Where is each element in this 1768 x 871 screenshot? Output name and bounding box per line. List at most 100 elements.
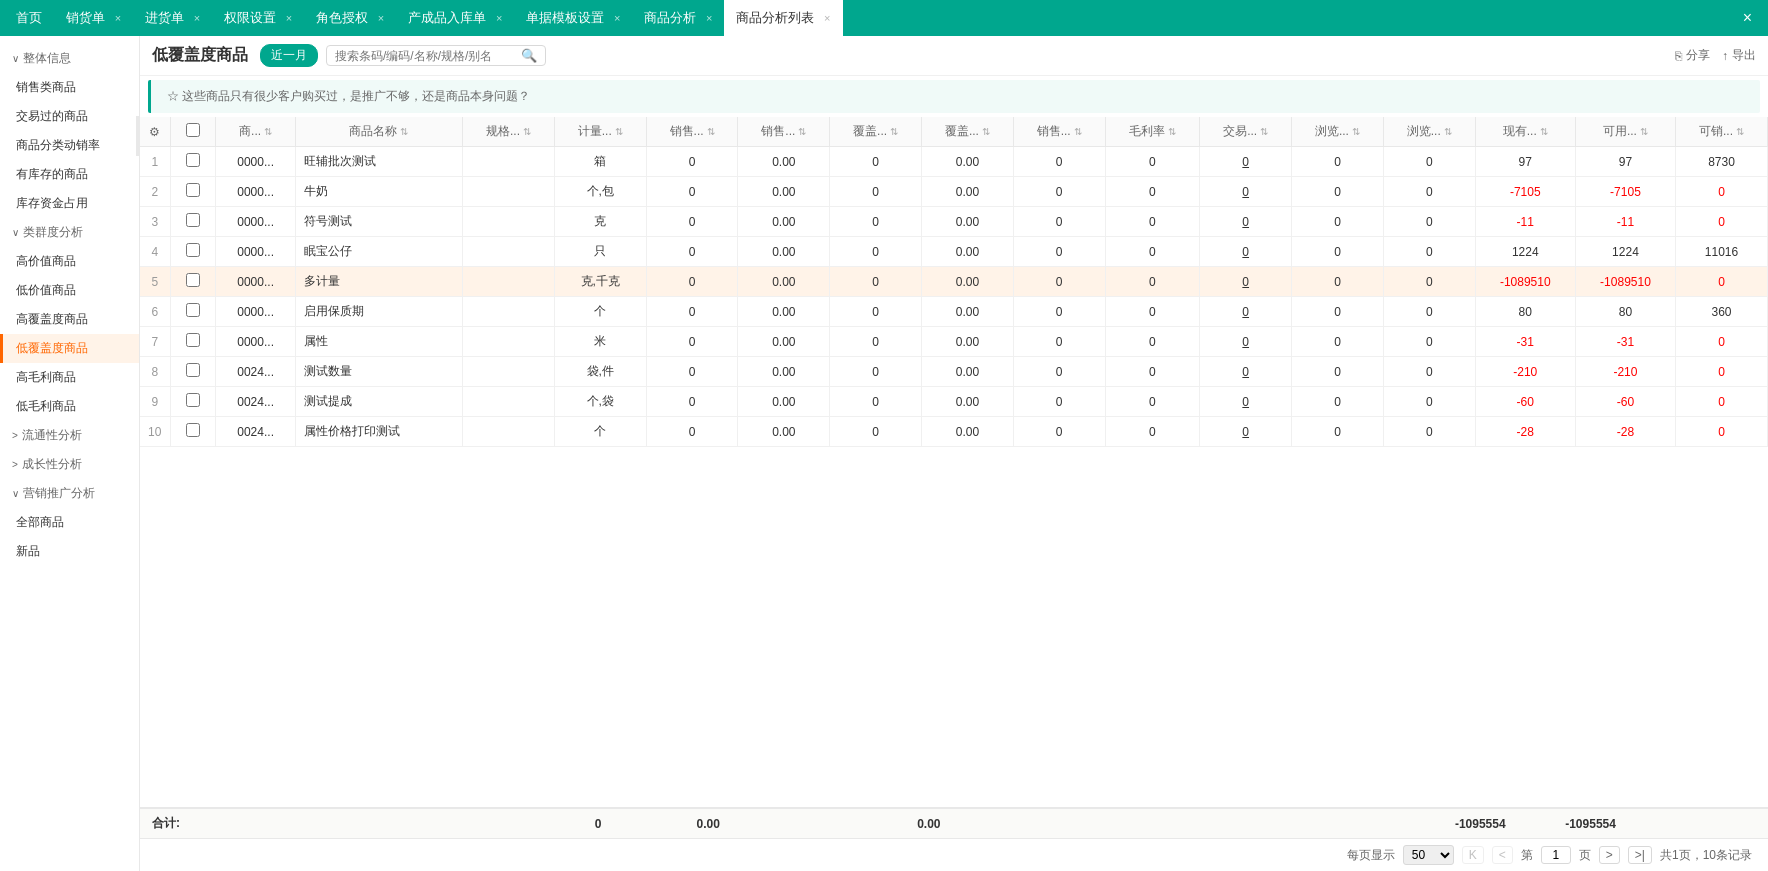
nav-tab-finished-goods[interactable]: 产成品入库单 ×	[396, 0, 514, 36]
gross-rate-column-header[interactable]: 毛利率⇅	[1105, 117, 1200, 147]
sidebar-item-all-products[interactable]: 全部商品	[0, 508, 139, 537]
sidebar-item-low-value[interactable]: 低价值商品	[0, 276, 139, 305]
row-num: 10	[140, 417, 170, 447]
sidebar-item-low-margin[interactable]: 低毛利商品	[0, 392, 139, 421]
nav-tab-product-analysis-list[interactable]: 商品分析列表 ×	[724, 0, 842, 36]
sales-days-column-header[interactable]: 销售...⇅	[1013, 117, 1105, 147]
row-checkbox[interactable]	[170, 357, 216, 387]
row-checkbox[interactable]	[170, 147, 216, 177]
row-name[interactable]: 测试数量	[295, 357, 462, 387]
row-trade[interactable]: 0	[1200, 417, 1292, 447]
row-trade[interactable]: 0	[1200, 237, 1292, 267]
first-page-button[interactable]: K	[1462, 846, 1484, 864]
next-page-button[interactable]: >	[1599, 846, 1620, 864]
row-name[interactable]: 测试提成	[295, 387, 462, 417]
close-purchase-tab-icon[interactable]: ×	[194, 12, 200, 24]
row-name[interactable]: 符号测试	[295, 207, 462, 237]
sidebar-item-high-value[interactable]: 高价值商品	[0, 247, 139, 276]
row-checkbox[interactable]	[170, 207, 216, 237]
row-checkbox[interactable]	[170, 297, 216, 327]
row-coverage2: 0.00	[922, 267, 1014, 297]
row-name[interactable]: 启用保质期	[295, 297, 462, 327]
sidebar-item-high-coverage[interactable]: 高覆盖度商品	[0, 305, 139, 334]
saleable-column-header[interactable]: 可销...⇅	[1676, 117, 1768, 147]
row-trade[interactable]: 0	[1200, 297, 1292, 327]
close-product-analysis-list-tab-icon[interactable]: ×	[824, 12, 830, 24]
per-page-select[interactable]: 50 100 200	[1403, 845, 1454, 865]
coverage1-column-header[interactable]: 覆盖...⇅	[830, 117, 922, 147]
row-trade[interactable]: 0	[1200, 207, 1292, 237]
row-sales-count: 0	[646, 177, 738, 207]
nav-tab-purchase[interactable]: 进货单 ×	[133, 0, 212, 36]
current-stock-column-header[interactable]: 现有...⇅	[1475, 117, 1575, 147]
sidebar-section-overall[interactable]: ∨ 整体信息	[0, 44, 139, 73]
nav-tab-product-analysis[interactable]: 商品分析 ×	[632, 0, 724, 36]
spec-column-header[interactable]: 规格...⇅	[463, 117, 555, 147]
name-column-header[interactable]: 商品名称⇅	[295, 117, 462, 147]
row-name[interactable]: 旺辅批次测试	[295, 147, 462, 177]
export-button[interactable]: ↑ 导出	[1722, 47, 1756, 64]
row-sales-amount: 0.00	[738, 147, 830, 177]
row-trade[interactable]: 0	[1200, 327, 1292, 357]
browse2-column-header[interactable]: 浏览...⇅	[1383, 117, 1475, 147]
nav-tab-home[interactable]: 首页	[4, 0, 54, 36]
row-checkbox[interactable]	[170, 327, 216, 357]
close-all-tabs-button[interactable]: ×	[1731, 0, 1764, 36]
sidebar-section-marketing[interactable]: ∨ 营销推广分析	[0, 479, 139, 508]
close-template-settings-tab-icon[interactable]: ×	[614, 12, 620, 24]
row-name[interactable]: 属性价格打印测试	[295, 417, 462, 447]
row-name[interactable]: 属性	[295, 327, 462, 357]
row-checkbox[interactable]	[170, 417, 216, 447]
row-trade[interactable]: 0	[1200, 357, 1292, 387]
share-button[interactable]: ⎘ 分享	[1675, 47, 1710, 64]
row-trade[interactable]: 0	[1200, 147, 1292, 177]
sidebar-item-high-margin[interactable]: 高毛利商品	[0, 363, 139, 392]
sidebar-item-inventory-capital[interactable]: 库存资金占用	[0, 189, 139, 218]
row-trade[interactable]: 0	[1200, 387, 1292, 417]
row-name[interactable]: 牛奶	[295, 177, 462, 207]
row-checkbox[interactable]	[170, 267, 216, 297]
trade-column-header[interactable]: 交易...⇅	[1200, 117, 1292, 147]
close-sales-tab-icon[interactable]: ×	[115, 12, 121, 24]
close-finished-goods-tab-icon[interactable]: ×	[496, 12, 502, 24]
close-roles-tab-icon[interactable]: ×	[378, 12, 384, 24]
last-page-button[interactable]: >|	[1628, 846, 1652, 864]
settings-column-header[interactable]: ⚙	[140, 117, 170, 147]
coverage2-column-header[interactable]: 覆盖...⇅	[922, 117, 1014, 147]
unit-column-header[interactable]: 计量...⇅	[554, 117, 646, 147]
prev-page-button[interactable]: <	[1492, 846, 1513, 864]
sidebar-section-group-analysis[interactable]: ∨ 类群度分析	[0, 218, 139, 247]
close-permissions-tab-icon[interactable]: ×	[286, 12, 292, 24]
row-name[interactable]: 眠宝公仔	[295, 237, 462, 267]
available-column-header[interactable]: 可用...⇅	[1575, 117, 1675, 147]
filter-recent-button[interactable]: 近一月	[260, 44, 318, 67]
search-input[interactable]	[335, 49, 517, 63]
row-name[interactable]: 多计量	[295, 267, 462, 297]
nav-tab-permissions[interactable]: 权限设置 ×	[212, 0, 304, 36]
row-checkbox[interactable]	[170, 387, 216, 417]
row-trade[interactable]: 0	[1200, 177, 1292, 207]
sidebar-item-stocked-products[interactable]: 有库存的商品	[0, 160, 139, 189]
nav-tab-sales[interactable]: 销货单 ×	[54, 0, 133, 36]
sidebar-item-product-category-rate[interactable]: 商品分类动销率	[0, 131, 139, 160]
page-number-input[interactable]	[1541, 846, 1571, 864]
row-trade[interactable]: 0	[1200, 267, 1292, 297]
row-code: 0000...	[216, 147, 295, 177]
row-checkbox[interactable]	[170, 237, 216, 267]
select-all-checkbox[interactable]	[186, 123, 200, 137]
nav-tab-template-settings[interactable]: 单据模板设置 ×	[514, 0, 632, 36]
close-product-analysis-tab-icon[interactable]: ×	[706, 12, 712, 24]
sidebar-item-new-products[interactable]: 新品	[0, 537, 139, 566]
row-checkbox[interactable]	[170, 177, 216, 207]
sidebar-item-low-coverage[interactable]: 低覆盖度商品	[0, 334, 139, 363]
sidebar-item-traded-products[interactable]: 交易过的商品	[0, 102, 139, 131]
sidebar-section-liquidity[interactable]: > 流通性分析	[0, 421, 139, 450]
sidebar-item-sales-products[interactable]: 销售类商品	[0, 73, 139, 102]
sales-amount-column-header[interactable]: 销售...⇅	[738, 117, 830, 147]
nav-tab-roles[interactable]: 角色授权 ×	[304, 0, 396, 36]
code-column-header[interactable]: 商...⇅	[216, 117, 295, 147]
row-code: 0000...	[216, 267, 295, 297]
browse1-column-header[interactable]: 浏览...⇅	[1292, 117, 1384, 147]
sidebar-section-growth[interactable]: > 成长性分析	[0, 450, 139, 479]
sales-count-column-header[interactable]: 销售...⇅	[646, 117, 738, 147]
